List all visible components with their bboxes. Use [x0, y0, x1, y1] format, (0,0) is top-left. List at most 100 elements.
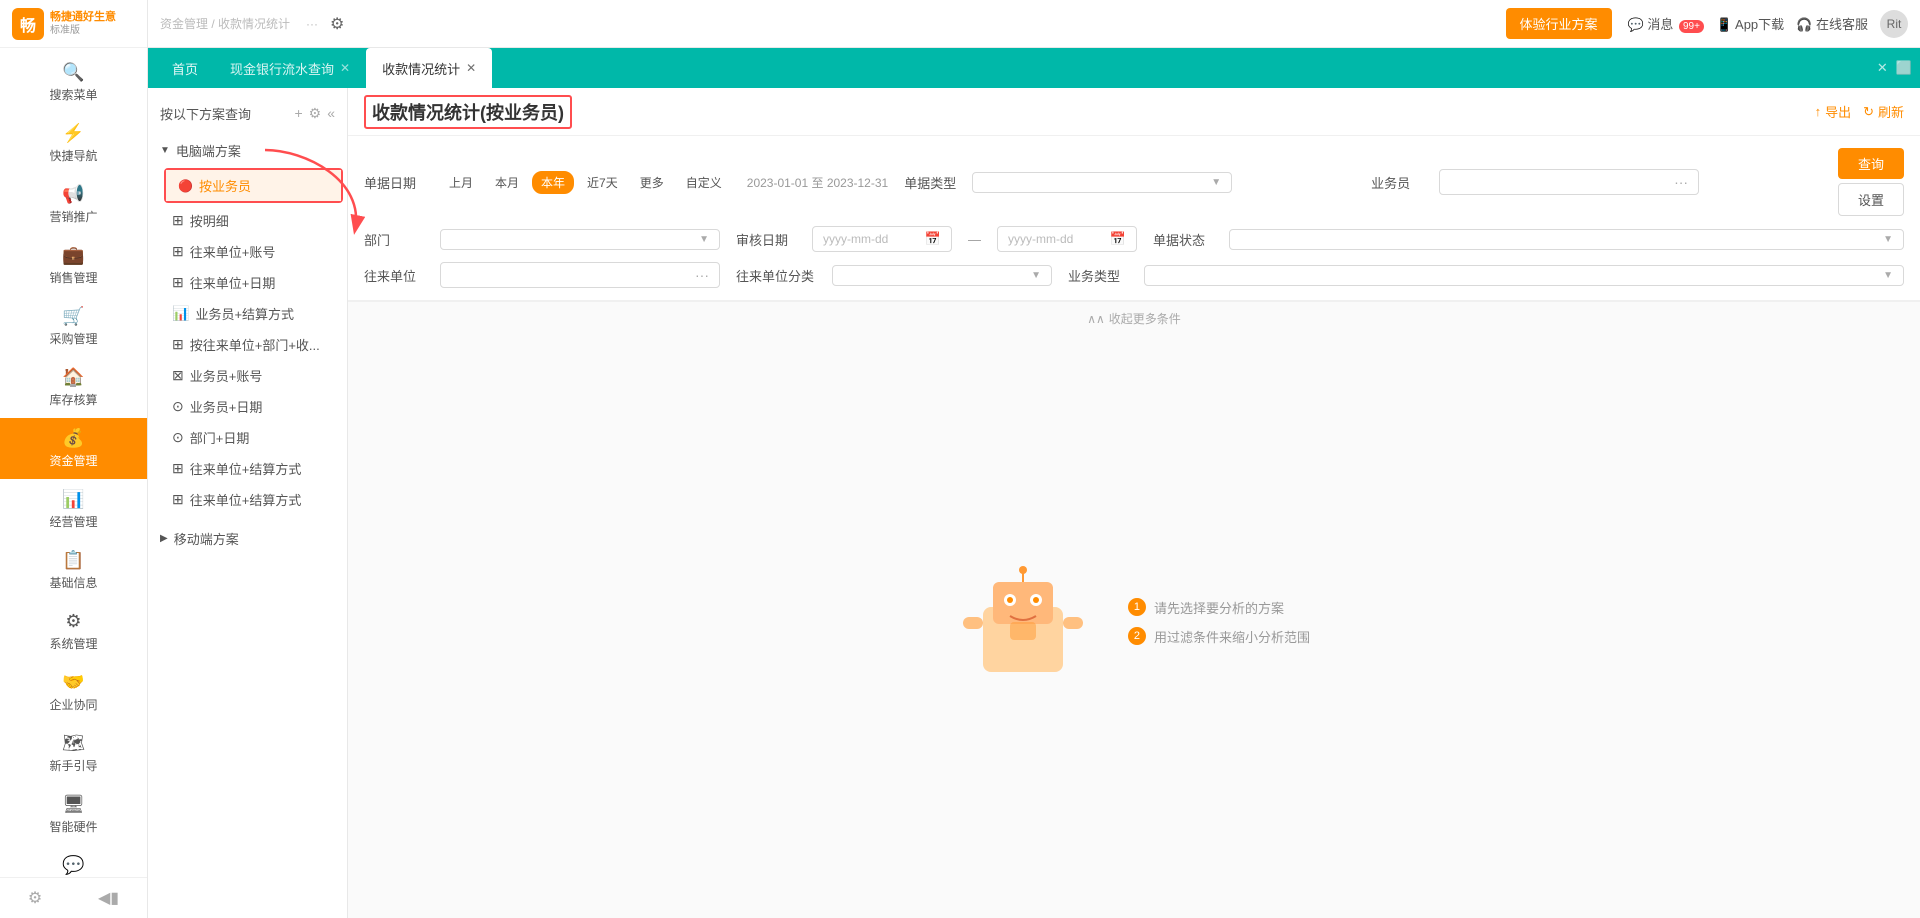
filter-row-3: 往来单位 ··· 往来单位分类 ▼ 业务类型 ▼: [364, 262, 1904, 288]
sidebar-item-inventory[interactable]: 🏠 库存核算: [0, 357, 147, 418]
date-tab-custom[interactable]: 自定义: [677, 171, 731, 194]
inventory-icon: 🏠: [62, 367, 84, 388]
robot-svg: [958, 562, 1088, 692]
sidebar-item-sales[interactable]: 💼 销售管理: [0, 235, 147, 296]
audit-date-to[interactable]: yyyy-mm-dd 📅: [997, 226, 1137, 252]
search-icon: 🔍: [62, 62, 84, 83]
scheme-by-salesperson[interactable]: 🔴 按业务员: [166, 170, 341, 201]
tab-bank-flow[interactable]: 现金银行流水查询 ✕: [214, 48, 366, 88]
settings-icon[interactable]: ⚙: [28, 888, 42, 908]
mobile-arrow-icon: ▶: [160, 533, 168, 544]
maximize-btn[interactable]: ⬜: [1896, 60, 1912, 76]
dept-select[interactable]: ▼: [440, 229, 720, 250]
partner-select[interactable]: ···: [440, 262, 720, 288]
system-icon: ⚙: [65, 611, 81, 632]
date-tab-this-year[interactable]: 本年: [532, 171, 574, 194]
filter-row-2: 部门 ▼ 审核日期 yyyy-mm-dd 📅 — yyyy-mm-dd 📅: [364, 226, 1904, 252]
collapse-icon[interactable]: ◀▮: [98, 888, 119, 908]
doc-status-arrow-icon: ▼: [1883, 234, 1893, 245]
gear-btn[interactable]: ⚙: [330, 14, 344, 34]
query-button[interactable]: 查询: [1838, 148, 1904, 179]
sidebar-item-guide[interactable]: 🗺 新手引导: [0, 723, 147, 784]
close-bank-flow-tab[interactable]: ✕: [340, 61, 350, 75]
active-scheme-highlight: 🔴 按业务员: [164, 168, 343, 203]
online-support-btn[interactable]: 🎧 在线客服: [1796, 14, 1868, 33]
guide-icon: 🗺: [62, 733, 85, 754]
refresh-button[interactable]: ↻ 刷新: [1863, 102, 1904, 121]
sidebar-item-wechat[interactable]: 💬 企业微信: [0, 845, 147, 877]
sidebar-item-marketing[interactable]: 📢 营销推广: [0, 174, 147, 235]
sidebar-item-enterprise[interactable]: 🤝 企业协同: [0, 662, 147, 723]
settings-scheme-btn[interactable]: ⚙: [309, 105, 322, 122]
window-controls: ✕ ⬜: [1877, 60, 1912, 76]
right-panel: 收款情况统计(按业务员) ↑ 导出 ↻ 刷新 单据日期: [348, 88, 1920, 918]
trial-button[interactable]: 体验行业方案: [1506, 8, 1612, 39]
page-title: 收款情况统计(按业务员): [364, 95, 572, 129]
date-range-display: 2023-01-01 至 2023-12-31: [747, 174, 888, 191]
sidebar-item-purchase[interactable]: 🛒 采购管理: [0, 296, 147, 357]
date-tab-more[interactable]: 更多: [631, 171, 673, 194]
collapse-bar[interactable]: ∧∧ 收起更多条件: [348, 301, 1920, 335]
panel-header-icons: + ⚙ «: [294, 105, 335, 122]
filter-area: 单据日期 上月 本月 本年 近7天 更多 自定义 2023-01-01 至 20…: [348, 136, 1920, 301]
tab-collection-stats[interactable]: 收款情况统计 ✕: [366, 48, 492, 88]
scheme-unit-dept-collect[interactable]: ⊞ 按往来单位+部门+收...: [160, 329, 347, 360]
scheme-dept-date[interactable]: ⊙ 部门+日期: [160, 422, 347, 453]
export-button[interactable]: ↑ 导出: [1815, 102, 1852, 121]
unit-account-icon: ⊞: [172, 243, 184, 260]
avatar[interactable]: Rit: [1880, 10, 1908, 38]
operations-icon: 📊: [62, 489, 84, 510]
calendar-to-icon: 📅: [1110, 231, 1126, 247]
salesperson-select[interactable]: ···: [1439, 169, 1699, 195]
tab-home[interactable]: 首页: [156, 48, 214, 88]
date-tab-last7days[interactable]: 近7天: [578, 171, 627, 194]
panel-header: 按以下方案查询 + ⚙ «: [148, 96, 347, 131]
sidebar-item-operations[interactable]: 📊 经营管理: [0, 479, 147, 540]
sidebar-item-smart-hw[interactable]: 🖥 智能硬件: [0, 784, 147, 845]
sidebar-item-search[interactable]: 🔍 搜索菜单: [0, 52, 147, 113]
doc-type-select[interactable]: ▼: [972, 172, 1232, 193]
close-window-btn[interactable]: ✕: [1877, 60, 1888, 76]
sidebar-bottom: ⚙ ◀▮: [0, 877, 147, 918]
sidebar-nav: 🔍 搜索菜单 ⚡ 快捷导航 📢 营销推广 💼 销售管理 🛒 采购管理 🏠 库存核…: [0, 48, 147, 877]
doc-status-select[interactable]: ▼: [1229, 229, 1904, 250]
app-download-btn[interactable]: 📱 App下载: [1716, 14, 1784, 33]
dept-label: 部门: [364, 230, 424, 249]
collapse-chevron-icon: ∧∧: [1087, 312, 1105, 326]
icon-group: 💬 消息 99+ 📱 App下载 🎧 在线客服 Rit: [1628, 10, 1908, 38]
set-button[interactable]: 设置: [1838, 183, 1904, 216]
empty-step-1: 1 请先选择要分析的方案: [1128, 598, 1310, 617]
salesperson-scheme-icon: 🔴: [178, 179, 193, 193]
date-tab-prev-month[interactable]: 上月: [440, 171, 482, 194]
dept-date-icon: ⊙: [172, 429, 184, 446]
scheme-salesperson-date[interactable]: ⊙ 业务员+日期: [160, 391, 347, 422]
scheme-unit-calc2[interactable]: ⊞ 往来单位+结算方式: [160, 484, 347, 515]
desktop-tree-children: 🔴 按业务员 ⊞ 按明细 ⊞ 往来单位+账号 ⊞ 往来单位+日期: [148, 168, 347, 515]
message-icon-btn[interactable]: 💬 消息 99+: [1628, 14, 1704, 33]
filter-row-1: 单据日期 上月 本月 本年 近7天 更多 自定义 2023-01-01 至 20…: [364, 148, 1904, 216]
sidebar-item-finance[interactable]: 💰 资金管理: [0, 418, 147, 479]
scheme-by-detail[interactable]: ⊞ 按明细: [160, 205, 347, 236]
audit-date-from[interactable]: yyyy-mm-dd 📅: [812, 226, 952, 252]
add-scheme-btn[interactable]: +: [294, 105, 302, 122]
collapse-panel-btn[interactable]: «: [327, 105, 335, 122]
date-tab-this-month[interactable]: 本月: [486, 171, 528, 194]
close-collection-stats-tab[interactable]: ✕: [466, 61, 476, 75]
biz-type-select[interactable]: ▼: [1144, 265, 1904, 286]
partner-category-select[interactable]: ▼: [832, 265, 1052, 286]
scheme-salesperson-calc[interactable]: 📊 业务员+结算方式: [160, 298, 347, 329]
logo-icon: 畅: [12, 8, 44, 40]
desktop-section-title[interactable]: ▼ 电脑端方案: [148, 135, 347, 166]
mobile-section-title[interactable]: ▶ 移动端方案: [148, 523, 347, 554]
sidebar-item-basic-info[interactable]: 📋 基础信息: [0, 540, 147, 601]
partner-category-label: 往来单位分类: [736, 266, 816, 285]
scheme-unit-date[interactable]: ⊞ 往来单位+日期: [160, 267, 347, 298]
scheme-unit-calc1[interactable]: ⊞ 往来单位+结算方式: [160, 453, 347, 484]
scheme-unit-account[interactable]: ⊞ 往来单位+账号: [160, 236, 347, 267]
sidebar-item-system[interactable]: ⚙ 系统管理: [0, 601, 147, 662]
sidebar-item-quick-nav[interactable]: ⚡ 快捷导航: [0, 113, 147, 174]
salesperson-label: 业务员: [1371, 173, 1431, 192]
user-area-placeholder: ···: [306, 17, 318, 31]
scheme-salesperson-account[interactable]: ⊠ 业务员+账号: [160, 360, 347, 391]
wechat-icon: 💬: [62, 855, 84, 876]
